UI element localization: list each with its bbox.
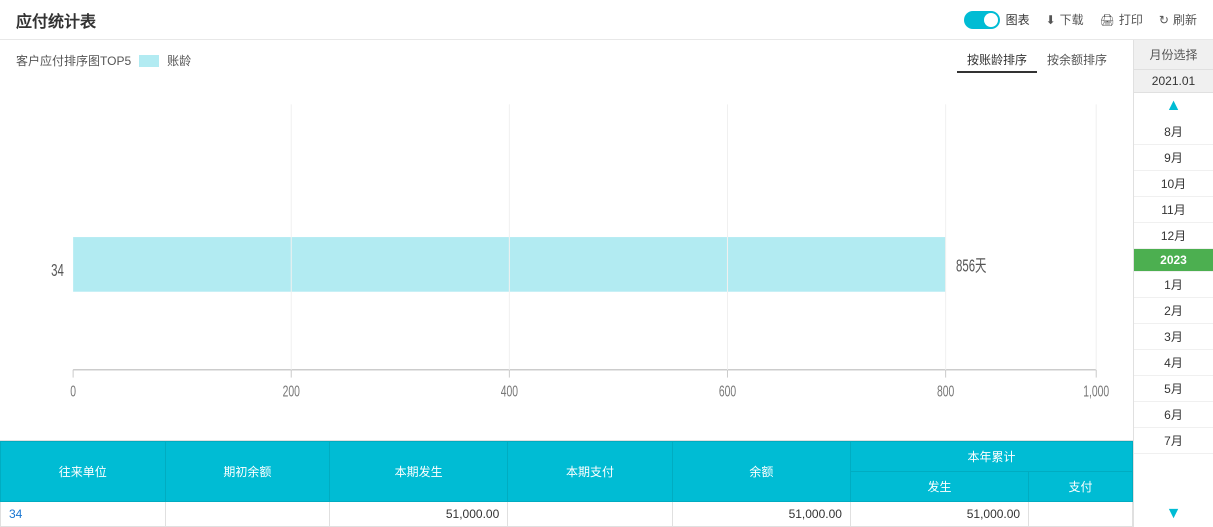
refresh-button[interactable]: ↻ 刷新 [1159, 11, 1197, 28]
table-row: 34 51,000.00 51,000.00 51,000.00 [1, 502, 1133, 527]
td-unit: 34 [1, 502, 166, 527]
th-payment: 本期支付 [508, 442, 673, 502]
sidebar-year-2023[interactable]: 2023 [1134, 249, 1213, 272]
sidebar-current-month: 2021.01 [1134, 70, 1213, 93]
sidebar-month-list: 8月 9月 10月 11月 12月 2023 1月 2月 3月 4月 5月 6月… [1134, 119, 1213, 501]
svg-text:1,000: 1,000 [1083, 382, 1109, 400]
sidebar-month-5[interactable]: 5月 [1134, 376, 1213, 402]
td-occurrence: 51,000.00 [330, 502, 508, 527]
th-balance: 余额 [672, 442, 850, 502]
sort-by-amount-button[interactable]: 按余额排序 [1037, 48, 1117, 73]
th-ytd-occ: 发生 [850, 472, 1028, 502]
th-occurrence: 本期发生 [330, 442, 508, 502]
th-opening: 期初余额 [165, 442, 330, 502]
legend-box [139, 55, 159, 67]
th-unit: 往来单位 [1, 442, 166, 502]
td-balance: 51,000.00 [672, 502, 850, 527]
td-ytd-pay [1029, 502, 1133, 527]
sidebar-month-10[interactable]: 10月 [1134, 171, 1213, 197]
sidebar-month-9[interactable]: 9月 [1134, 145, 1213, 171]
data-table: 往来单位 期初余额 本期发生 本期支付 余额 本年累计 发生 支付 [0, 441, 1133, 527]
sidebar-month-8[interactable]: 8月 [1134, 119, 1213, 145]
svg-text:600: 600 [719, 382, 736, 400]
legend-box-label: 账龄 [167, 52, 191, 69]
print-button[interactable]: 🖨 打印 [1100, 11, 1143, 28]
td-opening [165, 502, 330, 527]
unit-link[interactable]: 34 [9, 507, 22, 521]
sidebar-down-button[interactable]: ▼ [1134, 501, 1213, 527]
sidebar-header: 月份选择 [1134, 40, 1213, 70]
download-button[interactable]: ⬇ 下载 [1046, 11, 1084, 28]
sidebar-up-button[interactable]: ▲ [1134, 93, 1213, 119]
svg-text:34: 34 [51, 262, 64, 281]
download-icon: ⬇ [1046, 13, 1056, 27]
svg-text:200: 200 [283, 382, 300, 400]
download-label: 下载 [1060, 11, 1084, 28]
th-ytd-pay: 支付 [1029, 472, 1133, 502]
main-content: 客户应付排序图TOP5 账龄 按账龄排序 按余额排序 34 856天 [0, 40, 1213, 527]
header: 应付统计表 图表 ⬇ 下载 🖨 打印 ↻ 刷新 [0, 0, 1213, 40]
refresh-label: 刷新 [1173, 11, 1197, 28]
sidebar-month-4[interactable]: 4月 [1134, 350, 1213, 376]
print-label: 打印 [1119, 11, 1143, 28]
table-section: 往来单位 期初余额 本期发生 本期支付 余额 本年累计 发生 支付 [0, 440, 1133, 527]
bar-chart: 34 856天 0 200 400 600 [16, 81, 1117, 440]
chart-legend: 客户应付排序图TOP5 账龄 [16, 52, 191, 69]
chart-wrapper: 34 856天 0 200 400 600 [0, 81, 1133, 440]
chart-toggle-wrapper: 图表 [964, 11, 1030, 29]
sidebar-month-7[interactable]: 7月 [1134, 428, 1213, 454]
sidebar-month-6[interactable]: 6月 [1134, 402, 1213, 428]
header-actions: 图表 ⬇ 下载 🖨 打印 ↻ 刷新 [964, 11, 1197, 29]
sidebar-month-11[interactable]: 11月 [1134, 197, 1213, 223]
app-container: 应付统计表 图表 ⬇ 下载 🖨 打印 ↻ 刷新 [0, 0, 1213, 527]
sidebar-month-12[interactable]: 12月 [1134, 223, 1213, 249]
svg-text:400: 400 [501, 382, 518, 400]
chart-header: 客户应付排序图TOP5 账龄 按账龄排序 按余额排序 [0, 40, 1133, 81]
sort-buttons: 按账龄排序 按余额排序 [957, 48, 1117, 73]
td-ytd-occ: 51,000.00 [850, 502, 1028, 527]
chart-toggle-label: 图表 [1006, 11, 1030, 28]
th-ytd-group: 本年累计 [850, 442, 1132, 472]
refresh-icon: ↻ [1159, 13, 1169, 27]
chart-section: 客户应付排序图TOP5 账龄 按账龄排序 按余额排序 34 856天 [0, 40, 1133, 527]
td-payment [508, 502, 673, 527]
sort-by-balance-button[interactable]: 按账龄排序 [957, 48, 1037, 73]
svg-text:0: 0 [70, 382, 76, 400]
chart-toggle[interactable] [964, 11, 1000, 29]
svg-text:800: 800 [937, 382, 954, 400]
sidebar-month-3[interactable]: 3月 [1134, 324, 1213, 350]
sidebar-month-1[interactable]: 1月 [1134, 272, 1213, 298]
svg-text:856天: 856天 [956, 257, 987, 276]
sidebar: 月份选择 2021.01 ▲ 8月 9月 10月 11月 12月 2023 1月… [1133, 40, 1213, 527]
legend-text: 客户应付排序图TOP5 [16, 52, 131, 69]
page-title: 应付统计表 [16, 8, 96, 32]
print-icon: 🖨 [1100, 13, 1115, 27]
sidebar-month-2[interactable]: 2月 [1134, 298, 1213, 324]
